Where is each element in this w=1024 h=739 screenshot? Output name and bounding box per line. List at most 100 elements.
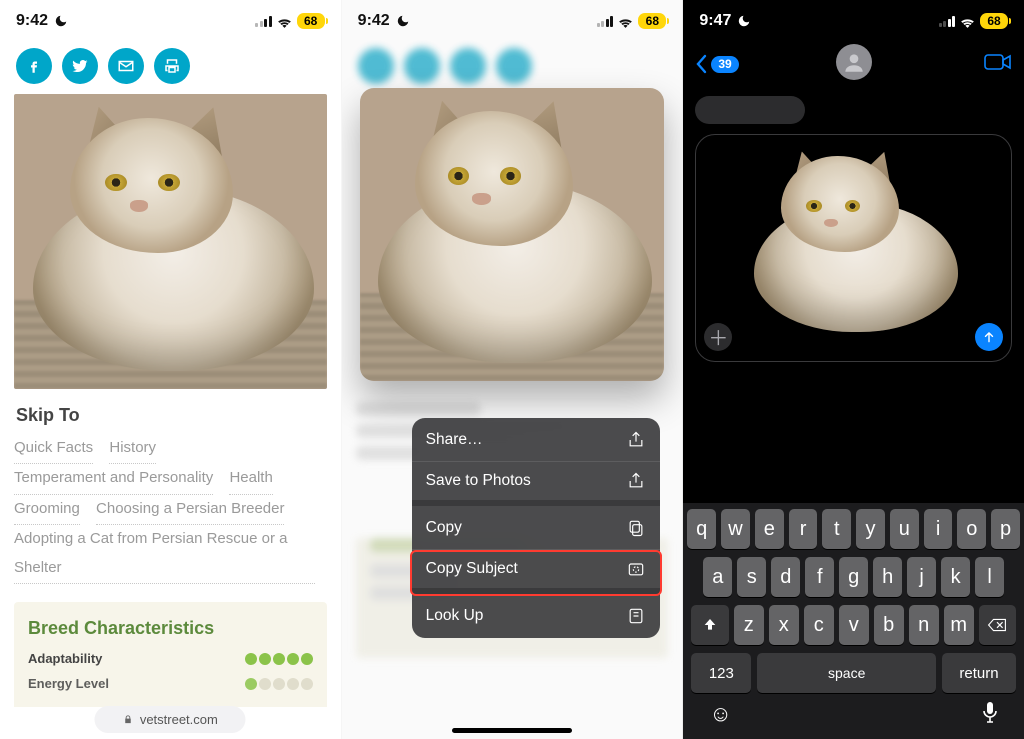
context-item-copy[interactable]: Copy — [412, 506, 661, 550]
link-grooming[interactable]: Grooming — [14, 495, 80, 526]
look-up-icon — [626, 606, 646, 626]
incoming-message-bubble[interactable] — [695, 96, 805, 124]
return-key[interactable]: return — [942, 653, 1016, 693]
char-energy-label: Energy Level — [28, 676, 109, 691]
back-badge: 39 — [711, 56, 738, 73]
space-key[interactable]: space — [757, 653, 936, 693]
lock-icon — [123, 714, 134, 725]
attachments-button[interactable]: ＋ — [704, 323, 732, 351]
context-item-look-up[interactable]: Look Up — [412, 594, 661, 638]
keyboard: qwertyuiop asdfghjkl zxcvbnm 123 space r… — [683, 503, 1024, 739]
wifi-icon — [959, 15, 976, 28]
safari-address-bar[interactable]: vetstreet.com — [95, 706, 246, 733]
key-w[interactable]: w — [721, 509, 750, 549]
link-quick-facts[interactable]: Quick Facts — [14, 434, 93, 465]
link-temperament[interactable]: Temperament and Personality — [14, 464, 213, 495]
context-item-label: Share… — [426, 431, 483, 449]
twitter-share-button[interactable] — [62, 48, 98, 84]
key-c[interactable]: c — [804, 605, 834, 645]
delete-key[interactable] — [979, 605, 1016, 645]
shift-key[interactable] — [691, 605, 728, 645]
numbers-key[interactable]: 123 — [691, 653, 751, 693]
emoji-key[interactable]: ☺ — [709, 701, 731, 729]
home-indicator[interactable] — [452, 728, 572, 733]
breed-characteristics-card: Breed Characteristics Adaptability Energ… — [14, 602, 327, 707]
cellular-icon — [939, 15, 956, 27]
message-compose-field[interactable]: ＋ — [695, 134, 1012, 362]
status-bar: 9:42 68 — [0, 0, 341, 42]
skip-to-heading: Skip To — [16, 405, 327, 426]
facebook-share-button[interactable] — [16, 48, 52, 84]
key-o[interactable]: o — [957, 509, 986, 549]
print-button[interactable] — [154, 48, 190, 84]
context-item-label: Save to Photos — [426, 472, 531, 490]
key-q[interactable]: q — [687, 509, 716, 549]
article-hero-image[interactable] — [14, 94, 327, 389]
pasted-subject-image[interactable] — [740, 143, 967, 353]
copy-icon — [626, 518, 646, 538]
key-r[interactable]: r — [789, 509, 818, 549]
char-adaptability-rating — [245, 653, 313, 665]
share-button-row — [16, 48, 327, 84]
key-m[interactable]: m — [944, 605, 974, 645]
wifi-icon — [617, 15, 634, 28]
share-icon — [626, 430, 646, 450]
facetime-button[interactable] — [984, 51, 1012, 78]
key-k[interactable]: k — [941, 557, 970, 597]
cellular-icon — [597, 15, 614, 27]
key-l[interactable]: l — [975, 557, 1004, 597]
send-button[interactable] — [975, 323, 1003, 351]
key-d[interactable]: d — [771, 557, 800, 597]
cellular-icon — [255, 15, 272, 27]
key-f[interactable]: f — [805, 557, 834, 597]
battery-indicator: 68 — [297, 13, 325, 29]
status-bar: 9:42 68 — [342, 0, 683, 42]
focus-moon-icon — [737, 14, 751, 28]
key-h[interactable]: h — [873, 557, 902, 597]
key-x[interactable]: x — [769, 605, 799, 645]
save-to-photos-icon — [626, 471, 646, 491]
link-adopting[interactable]: Adopting a Cat from Persian Rescue or a … — [14, 525, 315, 584]
messages-nav-bar: 39 — [683, 42, 1024, 86]
key-v[interactable]: v — [839, 605, 869, 645]
email-share-button[interactable] — [108, 48, 144, 84]
key-b[interactable]: b — [874, 605, 904, 645]
key-y[interactable]: y — [856, 509, 885, 549]
focus-moon-icon — [396, 14, 410, 28]
context-item-label: Copy — [426, 519, 462, 537]
safari-url-label: vetstreet.com — [140, 712, 218, 727]
back-button[interactable]: 39 — [695, 54, 738, 74]
char-energy-rating — [245, 678, 313, 690]
battery-indicator: 68 — [638, 13, 666, 29]
wifi-icon — [276, 15, 293, 28]
key-i[interactable]: i — [924, 509, 953, 549]
link-history[interactable]: History — [109, 434, 156, 465]
dictation-key[interactable] — [982, 701, 998, 729]
breed-card-title: Breed Characteristics — [28, 618, 313, 639]
context-preview-image[interactable] — [360, 88, 665, 381]
key-n[interactable]: n — [909, 605, 939, 645]
contact-avatar[interactable] — [836, 44, 872, 80]
char-adaptability-label: Adaptability — [28, 651, 102, 666]
link-choosing[interactable]: Choosing a Persian Breeder — [96, 495, 284, 526]
key-e[interactable]: e — [755, 509, 784, 549]
key-t[interactable]: t — [822, 509, 851, 549]
key-j[interactable]: j — [907, 557, 936, 597]
key-u[interactable]: u — [890, 509, 919, 549]
context-item-label: Look Up — [426, 607, 484, 625]
annotation-highlight — [410, 550, 663, 596]
status-time: 9:42 — [358, 12, 390, 30]
context-menu: Share… Save to Photos Copy Copy Subject … — [412, 418, 661, 638]
battery-indicator: 68 — [980, 13, 1008, 29]
link-health[interactable]: Health — [229, 464, 272, 495]
key-p[interactable]: p — [991, 509, 1020, 549]
context-item-save-to-photos[interactable]: Save to Photos — [412, 462, 661, 506]
context-item-share[interactable]: Share… — [412, 418, 661, 462]
focus-moon-icon — [54, 14, 68, 28]
skip-to-links: Quick Facts History Temperament and Pers… — [14, 434, 327, 585]
key-s[interactable]: s — [737, 557, 766, 597]
status-time: 9:42 — [16, 12, 48, 30]
key-a[interactable]: a — [703, 557, 732, 597]
key-z[interactable]: z — [734, 605, 764, 645]
key-g[interactable]: g — [839, 557, 868, 597]
